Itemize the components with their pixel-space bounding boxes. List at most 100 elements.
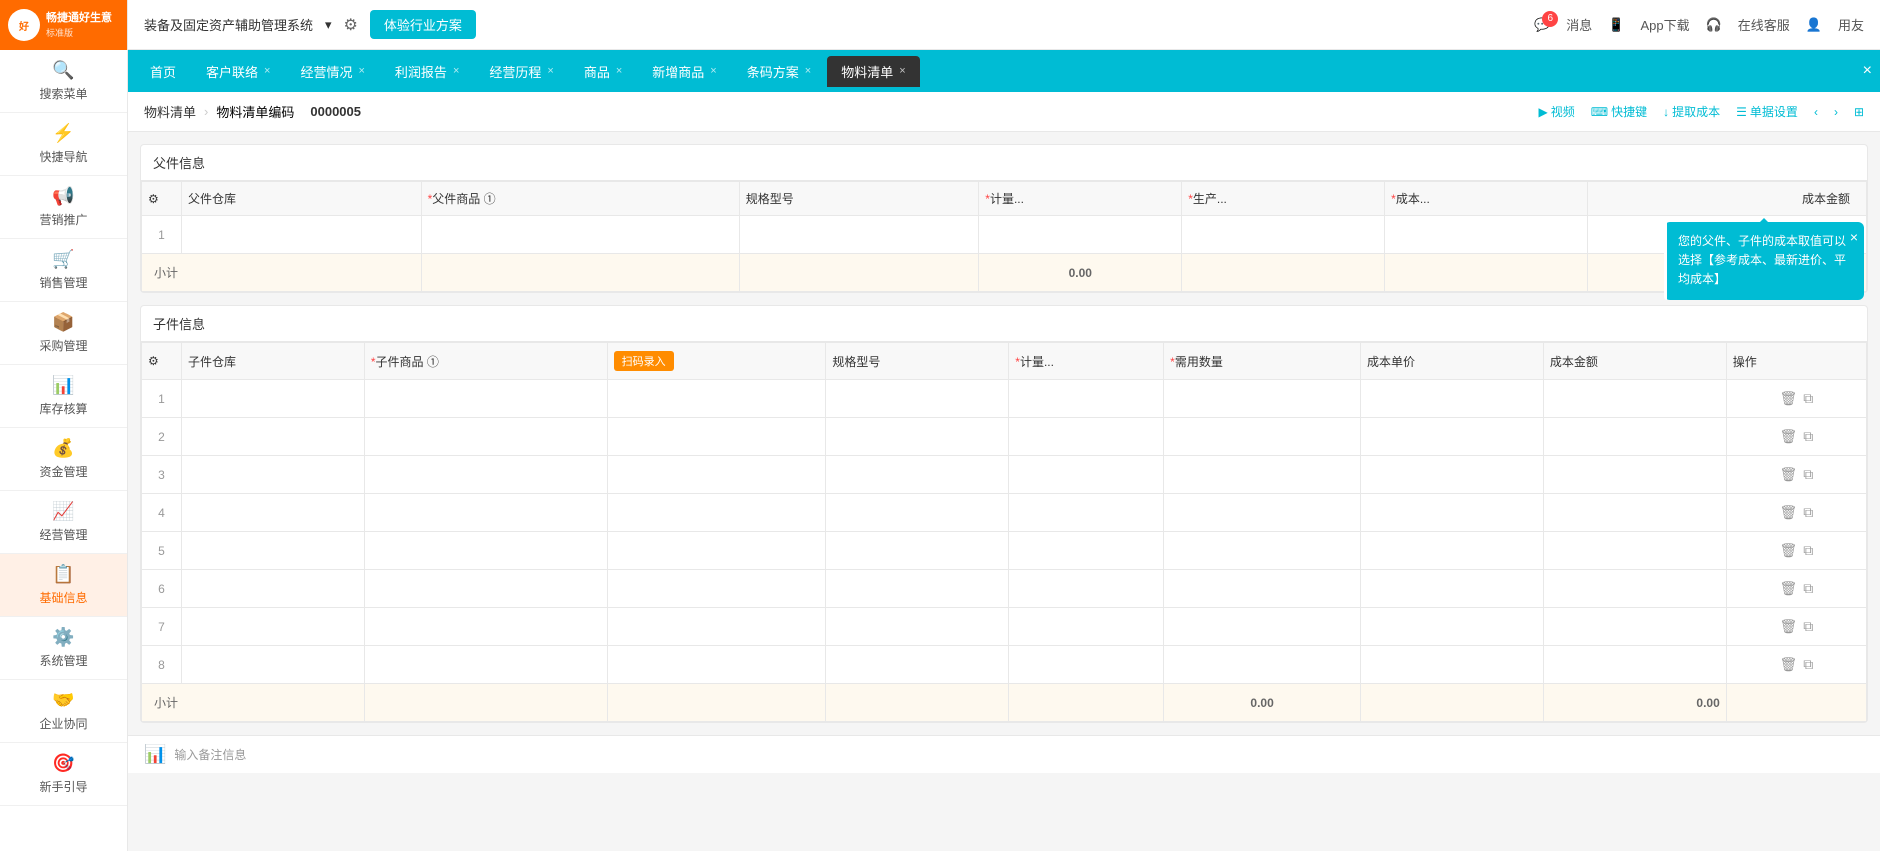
sidebar-item-finance[interactable]: 💰 资金管理: [0, 428, 127, 491]
child-warehouse-3[interactable]: [182, 456, 365, 494]
tab-new-goods[interactable]: 新增商品 ×: [638, 56, 730, 87]
child-spec-6[interactable]: [826, 570, 1009, 608]
child-scan-3[interactable]: [607, 456, 826, 494]
tab-profit-close[interactable]: ×: [453, 65, 459, 77]
child-scan-2[interactable]: [607, 418, 826, 456]
close-all-tabs[interactable]: ×: [1863, 62, 1872, 80]
child-unit-price-1[interactable]: [1361, 380, 1544, 418]
parent-cost-1[interactable]: [1385, 216, 1588, 254]
child-goods-7[interactable]: [364, 608, 607, 646]
child-scan-5[interactable]: [607, 532, 826, 570]
child-warehouse-6[interactable]: [182, 570, 365, 608]
tab-goods-close[interactable]: ×: [616, 65, 622, 77]
single-settings-action[interactable]: ☰ 单据设置: [1736, 103, 1798, 120]
child-warehouse-1[interactable]: [182, 380, 365, 418]
settings-icon[interactable]: ⚙: [344, 15, 358, 35]
child-unit-price-5[interactable]: [1361, 532, 1544, 570]
child-unit-price-4[interactable]: [1361, 494, 1544, 532]
delete-icon-5[interactable]: 🗑: [1779, 542, 1797, 559]
child-qty-needed-1[interactable]: [1164, 380, 1361, 418]
child-goods-5[interactable]: [364, 532, 607, 570]
delete-icon-2[interactable]: 🗑: [1779, 428, 1797, 445]
child-spec-3[interactable]: [826, 456, 1009, 494]
child-qty-unit-6[interactable]: [1009, 570, 1164, 608]
tab-history-close[interactable]: ×: [547, 65, 553, 77]
dropdown-arrow[interactable]: ▾: [325, 17, 332, 33]
nav-prev[interactable]: ‹: [1814, 105, 1818, 119]
user-label[interactable]: 用友: [1838, 15, 1864, 34]
delete-icon-8[interactable]: 🗑: [1779, 656, 1797, 673]
tab-goods[interactable]: 商品 ×: [570, 56, 636, 87]
child-scan-7[interactable]: [607, 608, 826, 646]
nav-next[interactable]: ›: [1834, 105, 1838, 119]
tab-history[interactable]: 经营历程 ×: [475, 56, 567, 87]
sidebar-item-quick-nav[interactable]: ⚡ 快捷导航: [0, 113, 127, 176]
parent-qty-unit-1[interactable]: [979, 216, 1182, 254]
parent-goods-1[interactable]: [421, 216, 739, 254]
child-qty-needed-6[interactable]: [1164, 570, 1361, 608]
child-qty-unit-7[interactable]: [1009, 608, 1164, 646]
child-goods-1[interactable]: [364, 380, 607, 418]
parent-warehouse-1[interactable]: [182, 216, 422, 254]
child-qty-unit-8[interactable]: [1009, 646, 1164, 684]
child-qty-needed-8[interactable]: [1164, 646, 1361, 684]
child-spec-2[interactable]: [826, 418, 1009, 456]
tab-home[interactable]: 首页: [136, 56, 190, 87]
shortcut-action[interactable]: ⌨ 快捷键: [1591, 103, 1647, 120]
child-qty-needed-4[interactable]: [1164, 494, 1361, 532]
delete-icon-6[interactable]: 🗑: [1779, 580, 1797, 597]
view-action[interactable]: ▶ 视频: [1539, 103, 1575, 120]
child-goods-2[interactable]: [364, 418, 607, 456]
child-goods-3[interactable]: [364, 456, 607, 494]
delete-icon-4[interactable]: 🗑: [1779, 504, 1797, 521]
child-unit-price-3[interactable]: [1361, 456, 1544, 494]
child-qty-unit-2[interactable]: [1009, 418, 1164, 456]
child-scan-8[interactable]: [607, 646, 826, 684]
sidebar-item-guide[interactable]: 🎯 新手引导: [0, 743, 127, 806]
sidebar-item-search[interactable]: 🔍 搜索菜单: [0, 50, 127, 113]
copy-icon-6[interactable]: ⧉: [1803, 580, 1813, 597]
parent-col-settings[interactable]: ⚙: [142, 182, 182, 216]
tab-ops-close[interactable]: ×: [358, 65, 364, 77]
child-warehouse-7[interactable]: [182, 608, 365, 646]
copy-icon-4[interactable]: ⧉: [1803, 504, 1813, 521]
tab-barcode-close[interactable]: ×: [805, 65, 811, 77]
child-spec-4[interactable]: [826, 494, 1009, 532]
copy-icon-2[interactable]: ⧉: [1803, 428, 1813, 445]
online-service-label[interactable]: 在线客服: [1738, 15, 1790, 34]
child-spec-8[interactable]: [826, 646, 1009, 684]
copy-icon-1[interactable]: ⧉: [1803, 390, 1813, 407]
child-qty-needed-7[interactable]: [1164, 608, 1361, 646]
parent-spec-1[interactable]: [739, 216, 979, 254]
child-scan-6[interactable]: [607, 570, 826, 608]
child-spec-1[interactable]: [826, 380, 1009, 418]
sidebar-item-basic-info[interactable]: 📋 基础信息: [0, 554, 127, 617]
message-wrap[interactable]: 💬 6: [1534, 17, 1550, 33]
sidebar-item-sales[interactable]: 🛒 销售管理: [0, 239, 127, 302]
child-qty-unit-3[interactable]: [1009, 456, 1164, 494]
child-qty-needed-5[interactable]: [1164, 532, 1361, 570]
child-unit-price-8[interactable]: [1361, 646, 1544, 684]
experience-button[interactable]: 体验行业方案: [370, 10, 476, 39]
tab-bom[interactable]: 物料清单 ×: [827, 56, 919, 87]
delete-icon-1[interactable]: 🗑: [1779, 390, 1797, 407]
child-goods-4[interactable]: [364, 494, 607, 532]
expand-icon[interactable]: ⊞: [1854, 105, 1864, 119]
child-warehouse-8[interactable]: [182, 646, 365, 684]
child-qty-needed-2[interactable]: [1164, 418, 1361, 456]
tab-customer-close[interactable]: ×: [264, 65, 270, 77]
child-scan-1[interactable]: [607, 380, 826, 418]
app-download-label[interactable]: App下载: [1640, 15, 1689, 34]
child-col-scan[interactable]: 扫码录入: [607, 343, 826, 380]
sidebar-item-system[interactable]: ⚙️ 系统管理: [0, 617, 127, 680]
delete-icon-3[interactable]: 🗑: [1779, 466, 1797, 483]
child-spec-7[interactable]: [826, 608, 1009, 646]
child-qty-unit-5[interactable]: [1009, 532, 1164, 570]
child-warehouse-4[interactable]: [182, 494, 365, 532]
sidebar-item-marketing[interactable]: 📢 营销推广: [0, 176, 127, 239]
child-unit-price-2[interactable]: [1361, 418, 1544, 456]
child-warehouse-2[interactable]: [182, 418, 365, 456]
tab-barcode[interactable]: 条码方案 ×: [733, 56, 825, 87]
parent-produce-1[interactable]: [1182, 216, 1385, 254]
tooltip-close-button[interactable]: ×: [1850, 226, 1858, 248]
